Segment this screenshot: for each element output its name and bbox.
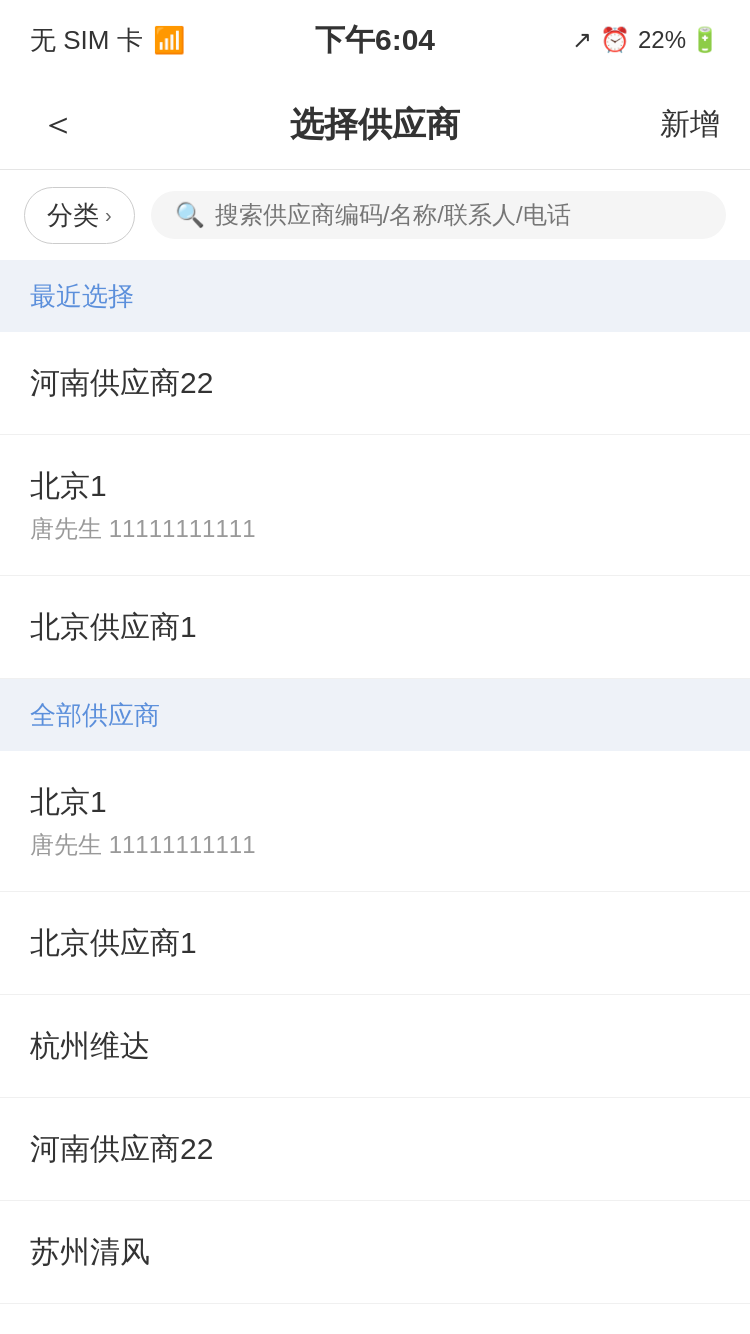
item-name: 北京供应商1 xyxy=(30,606,720,648)
filter-bar: 分类 › 🔍 xyxy=(0,170,750,260)
alarm-icon: ⏰ xyxy=(600,26,630,54)
search-box: 🔍 xyxy=(151,191,726,239)
list-item[interactable]: 河南供应商22 xyxy=(0,1098,750,1201)
status-right: ↗ ⏰ 22% 🔋 xyxy=(572,26,720,54)
search-icon: 🔍 xyxy=(175,201,205,229)
all-section-header: 全部供应商 xyxy=(0,679,750,751)
battery: 22% 🔋 xyxy=(638,26,720,54)
item-sub: 唐先生 11111111111 xyxy=(30,513,720,545)
location-icon: ↗ xyxy=(572,26,592,54)
status-time: 下午6:04 xyxy=(315,20,435,61)
nav-bar: ＜ 选择供应商 新增 xyxy=(0,80,750,170)
recent-section-header: 最近选择 xyxy=(0,260,750,332)
item-name: 苏州清风 xyxy=(30,1231,720,1273)
list-item[interactable]: 北京供应商1 xyxy=(0,576,750,679)
category-button[interactable]: 分类 › xyxy=(24,187,135,244)
wifi-icon: 📶 xyxy=(153,25,185,56)
all-section-label: 全部供应商 xyxy=(30,698,160,733)
item-name: 河南供应商22 xyxy=(30,1128,720,1170)
all-list: 北京1 唐先生 11111111111 北京供应商1 杭州维达河南供应商22 苏州清风 xyxy=(0,751,750,1304)
page-title: 选择供应商 xyxy=(290,102,460,148)
item-sub: 唐先生 11111111111 xyxy=(30,829,720,861)
search-input[interactable] xyxy=(215,201,702,229)
carrier-label: 无 SIM 卡 xyxy=(30,23,143,58)
battery-icon: 🔋 xyxy=(690,26,720,54)
category-label: 分类 xyxy=(47,198,99,233)
list-item[interactable]: 北京1 唐先生 11111111111 xyxy=(0,751,750,892)
recent-section-label: 最近选择 xyxy=(30,279,134,314)
list-item[interactable]: 北京1 唐先生 11111111111 xyxy=(0,435,750,576)
list-item[interactable]: 苏州清风 xyxy=(0,1201,750,1304)
list-item[interactable]: 杭州维达 xyxy=(0,995,750,1098)
status-bar: 无 SIM 卡 📶 下午6:04 ↗ ⏰ 22% 🔋 xyxy=(0,0,750,80)
item-name: 杭州维达 xyxy=(30,1025,720,1067)
item-name: 北京1 xyxy=(30,781,720,823)
list-item[interactable]: 北京供应商1 xyxy=(0,892,750,995)
list-item[interactable]: 河南供应商22 xyxy=(0,332,750,435)
status-left: 无 SIM 卡 📶 xyxy=(30,23,185,58)
item-name: 北京供应商1 xyxy=(30,922,720,964)
chevron-right-icon: › xyxy=(105,204,112,227)
battery-label: 22% xyxy=(638,26,686,54)
item-name: 北京1 xyxy=(30,465,720,507)
add-button[interactable]: 新增 xyxy=(660,104,720,145)
recent-list: 河南供应商22 北京1 唐先生 11111111111 北京供应商1 xyxy=(0,332,750,679)
back-button[interactable]: ＜ xyxy=(30,90,86,159)
item-name: 河南供应商22 xyxy=(30,362,720,404)
